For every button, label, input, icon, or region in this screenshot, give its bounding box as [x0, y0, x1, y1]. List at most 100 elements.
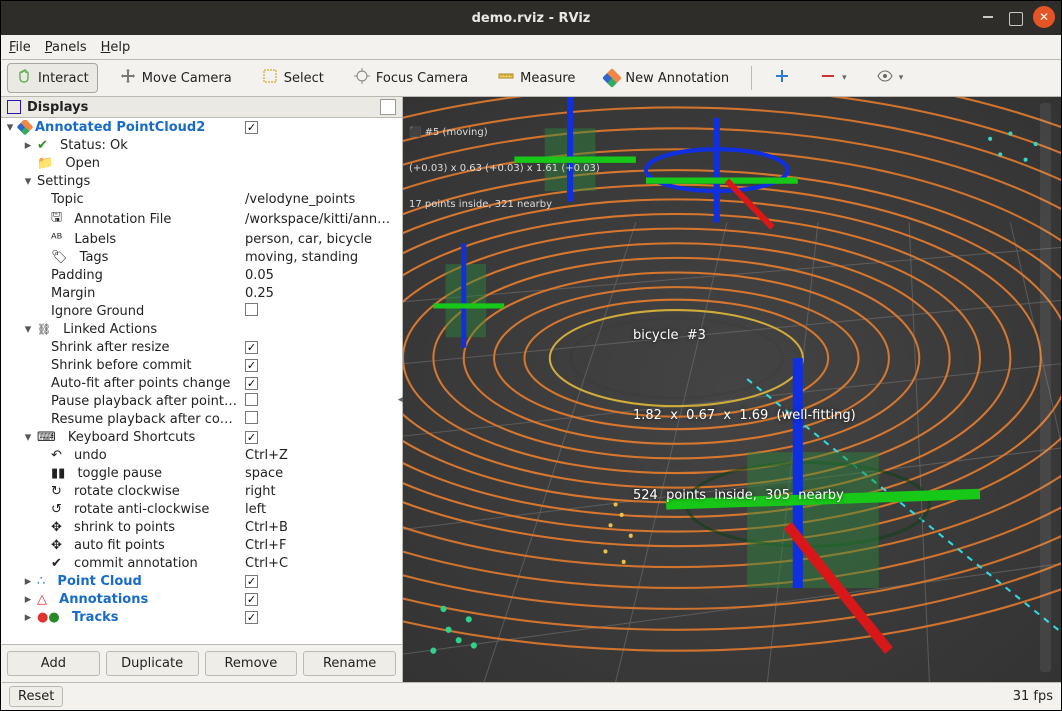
- tree-item-labels[interactable]: ᴬᴮ Labelsperson, car, bicycle: [1, 230, 402, 248]
- checkbox[interactable]: [245, 393, 258, 406]
- tree-item-label: rotate anti-clockwise: [74, 502, 209, 517]
- tree-item-value[interactable]: right: [245, 484, 398, 499]
- checkbox[interactable]: [245, 431, 258, 444]
- tree-item-annotations[interactable]: ▸△ Annotations: [1, 590, 402, 608]
- tool-visibility[interactable]: ▾: [869, 64, 912, 92]
- tool-select[interactable]: Select: [254, 64, 332, 92]
- tree-item-value[interactable]: /velodyne_points: [245, 192, 398, 207]
- window-title: demo.rviz - RViz: [472, 11, 591, 26]
- checkbox[interactable]: [245, 341, 258, 354]
- tree-item-annotated-pointcloud2[interactable]: ▾Annotated PointCloud2: [1, 118, 402, 136]
- tree-item-label: Auto-fit after points change: [51, 376, 230, 391]
- visibility-checkbox[interactable]: [245, 593, 258, 606]
- body: Displays ▾Annotated PointCloud2 ▸✔ Statu…: [1, 97, 1061, 682]
- tree-item-ignore-ground[interactable]: Ignore Ground: [1, 302, 402, 320]
- tool-add[interactable]: [766, 64, 798, 92]
- close-button[interactable]: [1033, 6, 1055, 28]
- scrollbar[interactable]: [1040, 103, 1051, 672]
- tree-item-auto-fit-points[interactable]: ✥ auto fit pointsCtrl+F: [1, 536, 402, 554]
- menu-file[interactable]: File: [9, 40, 31, 55]
- tree-item-label: Keyboard Shortcuts: [68, 430, 195, 445]
- tree-item-label: Annotated PointCloud2: [35, 120, 205, 135]
- displays-toggle[interactable]: [380, 99, 396, 115]
- displays-tree[interactable]: ▾Annotated PointCloud2 ▸✔ Status: Ok 📁 O…: [1, 118, 402, 645]
- tool-focus-camera[interactable]: Focus Camera: [346, 64, 476, 92]
- 3d-view[interactable]: ⬛ #5 (moving) (+0.03) x 0.63 (+0.03) x 1…: [403, 97, 1061, 682]
- title-bar: demo.rviz - RViz: [1, 1, 1061, 35]
- tree-item-value[interactable]: Ctrl+Z: [245, 448, 398, 463]
- tree-item-open[interactable]: 📁 Open: [1, 154, 402, 172]
- tree-item-value[interactable]: /workspace/kitti/ann…: [245, 212, 398, 227]
- minimize-button[interactable]: [977, 6, 999, 28]
- overlay-title: bicycle #3: [633, 325, 856, 347]
- visibility-checkbox[interactable]: [245, 575, 258, 588]
- display-buttons: Add Duplicate Remove Rename: [1, 645, 402, 682]
- checkbox[interactable]: [245, 359, 258, 372]
- tree-item-shrink-after-resize[interactable]: Shrink after resize: [1, 338, 402, 356]
- tool-move-camera-label: Move Camera: [142, 71, 232, 86]
- overlay-line: ⬛ #5 (moving): [409, 127, 600, 139]
- tree-item-rotate-ccw[interactable]: ↺ rotate anti-clockwiseleft: [1, 500, 402, 518]
- overlay-points: 524 points inside, 305 nearby: [633, 485, 856, 507]
- tree-item-tracks[interactable]: ▸●● Tracks: [1, 608, 402, 626]
- tree-item-status[interactable]: ▸✔ Status: Ok: [1, 136, 402, 154]
- checkbox[interactable]: [245, 411, 258, 424]
- link-icon: ⛓: [37, 323, 51, 336]
- maximize-button[interactable]: [1009, 12, 1023, 26]
- tool-measure[interactable]: Measure: [490, 64, 583, 92]
- tree-item-value[interactable]: moving, standing: [245, 250, 398, 265]
- duplicate-button[interactable]: Duplicate: [106, 651, 199, 676]
- folder-icon: 📁: [37, 156, 53, 171]
- tree-item-topic[interactable]: Topic/velodyne_points: [1, 190, 402, 208]
- tree-item-linked-actions[interactable]: ▾⛓ Linked Actions: [1, 320, 402, 338]
- tree-item-shrink-before-commit[interactable]: Shrink before commit: [1, 356, 402, 374]
- visibility-checkbox[interactable]: [245, 611, 258, 624]
- tree-item-shortcuts[interactable]: ▾⌨ Keyboard Shortcuts: [1, 428, 402, 446]
- tree-item-tags[interactable]: 🏷 Tagsmoving, standing: [1, 248, 402, 266]
- tree-item-value[interactable]: Ctrl+C: [245, 556, 398, 571]
- tree-item-value[interactable]: person, car, bicycle: [245, 232, 398, 247]
- tree-item-undo[interactable]: ↶ undoCtrl+Z: [1, 446, 402, 464]
- menu-help[interactable]: Help: [101, 40, 131, 55]
- tree-item-value[interactable]: space: [245, 466, 398, 481]
- tree-item-label: Padding: [51, 268, 103, 283]
- add-button[interactable]: Add: [7, 651, 100, 676]
- tree-item-toggle-pause[interactable]: ▮▮ toggle pausespace: [1, 464, 402, 482]
- ruler-icon: [498, 68, 514, 88]
- tree-item-value[interactable]: 0.25: [245, 286, 398, 301]
- tool-new-annotation[interactable]: New Annotation: [597, 67, 737, 90]
- tree-item-point-cloud[interactable]: ▸∴ Point Cloud: [1, 572, 402, 590]
- tree-item-annotation-file[interactable]: 🖫 Annotation File/workspace/kitti/ann…: [1, 208, 402, 230]
- tree-item-rotate-cw[interactable]: ↻ rotate clockwiseright: [1, 482, 402, 500]
- fps-label: 31 fps: [1013, 689, 1053, 704]
- displays-icon: [7, 100, 21, 114]
- tree-item-value[interactable]: Ctrl+F: [245, 538, 398, 553]
- tree-item-label: Settings: [37, 174, 90, 189]
- checkbox[interactable]: [245, 377, 258, 390]
- tree-item-value[interactable]: 0.05: [245, 268, 398, 283]
- tool-interact[interactable]: Interact: [7, 63, 98, 93]
- tool-move-camera[interactable]: Move Camera: [112, 64, 240, 92]
- displays-title: Displays: [27, 100, 88, 115]
- menu-panels[interactable]: Panels: [45, 40, 87, 55]
- tree-item-resume-playback[interactable]: Resume playback after co…: [1, 410, 402, 428]
- checkbox[interactable]: [245, 303, 258, 316]
- tree-item-commit[interactable]: ✔ commit annotationCtrl+C: [1, 554, 402, 572]
- visibility-checkbox[interactable]: [245, 121, 258, 134]
- render-panel[interactable]: ◂ ▸: [403, 97, 1061, 682]
- tree-item-shrink[interactable]: ✥ shrink to pointsCtrl+B: [1, 518, 402, 536]
- tree-item-value[interactable]: Ctrl+B: [245, 520, 398, 535]
- tool-new-annotation-label: New Annotation: [625, 71, 729, 86]
- rotate-cw-icon: ↻: [51, 484, 62, 499]
- tree-item-auto-fit[interactable]: Auto-fit after points change: [1, 374, 402, 392]
- tree-item-margin[interactable]: Margin0.25: [1, 284, 402, 302]
- tree-item-padding[interactable]: Padding 0.05: [1, 266, 402, 284]
- tree-item-pause-playback[interactable]: Pause playback after point…: [1, 392, 402, 410]
- tree-item-value[interactable]: left: [245, 502, 398, 517]
- tool-remove[interactable]: ▾: [812, 64, 855, 92]
- rename-button[interactable]: Rename: [303, 651, 396, 676]
- reset-button[interactable]: Reset: [9, 686, 63, 707]
- remove-button[interactable]: Remove: [205, 651, 298, 676]
- sparkle-icon: ∴: [37, 574, 45, 589]
- tree-item-settings[interactable]: ▾Settings: [1, 172, 402, 190]
